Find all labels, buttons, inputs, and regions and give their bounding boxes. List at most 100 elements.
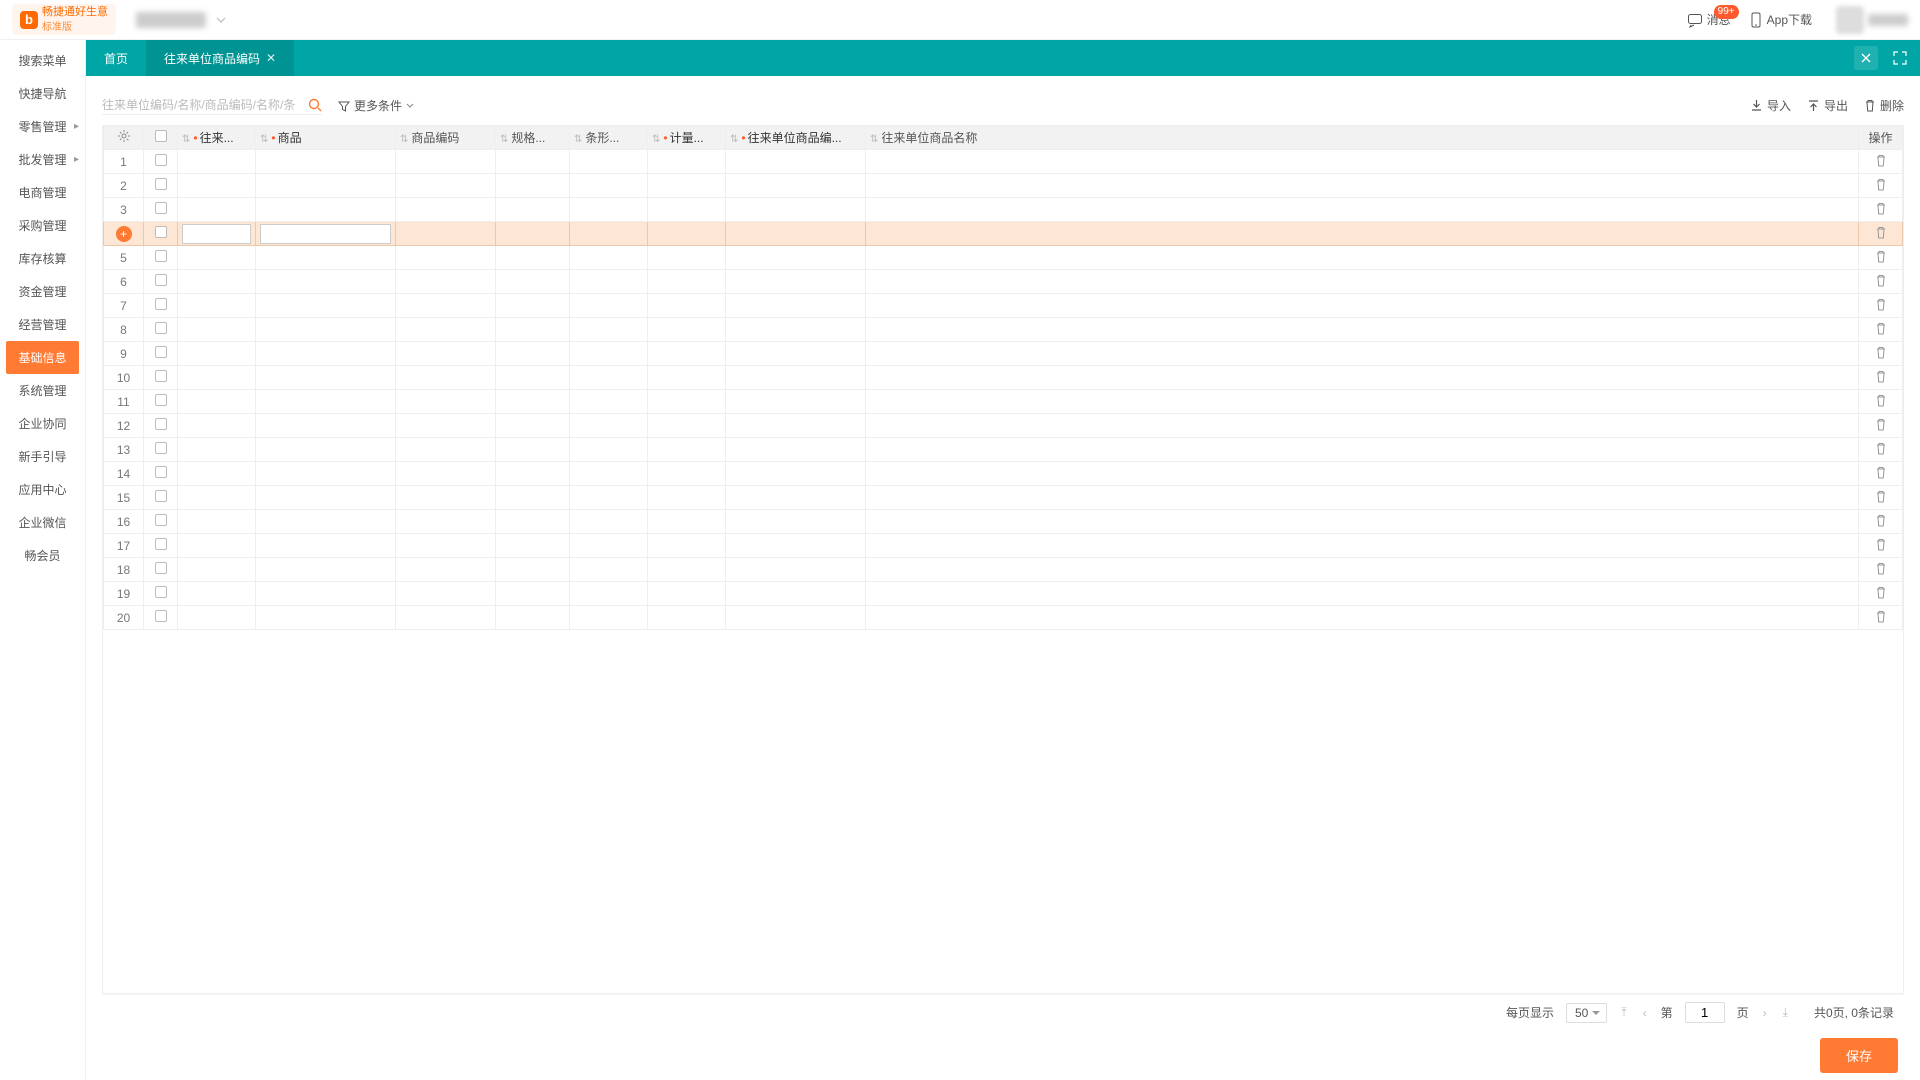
- row-checkbox[interactable]: [144, 318, 178, 342]
- cell[interactable]: [496, 270, 570, 294]
- cell[interactable]: [496, 414, 570, 438]
- cell[interactable]: [648, 534, 726, 558]
- row-checkbox[interactable]: [144, 438, 178, 462]
- sidebar-item-13[interactable]: 应用中心: [0, 473, 85, 506]
- cell[interactable]: [648, 318, 726, 342]
- table-row[interactable]: 1: [104, 150, 1903, 174]
- cell[interactable]: [396, 462, 496, 486]
- cell[interactable]: [570, 486, 648, 510]
- row-delete[interactable]: [1859, 534, 1903, 558]
- cell[interactable]: [570, 270, 648, 294]
- cell[interactable]: [570, 558, 648, 582]
- column-spec[interactable]: ⇅规格...: [496, 126, 570, 150]
- row-checkbox[interactable]: [144, 222, 178, 246]
- cell[interactable]: [256, 606, 396, 630]
- cell[interactable]: [866, 486, 1859, 510]
- cell[interactable]: [178, 390, 256, 414]
- row-checkbox[interactable]: [144, 270, 178, 294]
- cell[interactable]: [178, 582, 256, 606]
- cell[interactable]: [866, 366, 1859, 390]
- cell[interactable]: [396, 558, 496, 582]
- cell[interactable]: [256, 342, 396, 366]
- row-delete[interactable]: [1859, 414, 1903, 438]
- cell[interactable]: [866, 438, 1859, 462]
- cell[interactable]: [570, 390, 648, 414]
- cell[interactable]: [648, 150, 726, 174]
- cell[interactable]: [396, 534, 496, 558]
- cell[interactable]: [396, 510, 496, 534]
- cell[interactable]: [648, 438, 726, 462]
- sidebar-item-5[interactable]: 采购管理: [0, 209, 85, 242]
- column-unit[interactable]: ⇅计量...: [648, 126, 726, 150]
- row-delete[interactable]: [1859, 438, 1903, 462]
- sidebar-item-1[interactable]: 快捷导航: [0, 77, 85, 110]
- cell[interactable]: [648, 462, 726, 486]
- cell[interactable]: [178, 294, 256, 318]
- sidebar-item-8[interactable]: 经营管理: [0, 308, 85, 341]
- cell[interactable]: [570, 342, 648, 366]
- row-checkbox[interactable]: [144, 510, 178, 534]
- cell[interactable]: [178, 174, 256, 198]
- cell[interactable]: [570, 366, 648, 390]
- tab-partner-product-code[interactable]: 往来单位商品编码 ✕: [146, 40, 294, 76]
- cell[interactable]: [570, 606, 648, 630]
- cell[interactable]: [726, 198, 866, 222]
- app-download-button[interactable]: App下载: [1749, 11, 1812, 28]
- row-checkbox[interactable]: [144, 342, 178, 366]
- cell-input[interactable]: [182, 224, 251, 244]
- cell[interactable]: [866, 150, 1859, 174]
- column-partner[interactable]: ⇅往来...: [178, 126, 256, 150]
- row-delete[interactable]: [1859, 486, 1903, 510]
- row-delete[interactable]: [1859, 510, 1903, 534]
- cell[interactable]: [496, 366, 570, 390]
- row-checkbox[interactable]: [144, 486, 178, 510]
- per-page-select[interactable]: 50: [1566, 1003, 1607, 1023]
- row-checkbox[interactable]: [144, 294, 178, 318]
- cell[interactable]: [726, 558, 866, 582]
- cell[interactable]: [396, 366, 496, 390]
- cell[interactable]: [256, 510, 396, 534]
- cell[interactable]: [396, 174, 496, 198]
- column-partner-product-name[interactable]: ⇅往来单位商品名称: [866, 126, 1859, 150]
- table-row[interactable]: 13: [104, 438, 1903, 462]
- cell[interactable]: [570, 246, 648, 270]
- cell[interactable]: [570, 294, 648, 318]
- row-checkbox[interactable]: [144, 366, 178, 390]
- cell[interactable]: [726, 294, 866, 318]
- page-prev-button[interactable]: ‹: [1641, 1006, 1649, 1020]
- cell[interactable]: [648, 366, 726, 390]
- cell[interactable]: [866, 534, 1859, 558]
- row-checkbox[interactable]: [144, 414, 178, 438]
- search-icon[interactable]: [308, 98, 322, 112]
- row-delete[interactable]: [1859, 318, 1903, 342]
- page-last-button[interactable]: ⤓: [1781, 1005, 1790, 1020]
- cell[interactable]: [496, 462, 570, 486]
- cell[interactable]: [496, 534, 570, 558]
- sidebar-item-15[interactable]: 畅会员: [0, 539, 85, 572]
- cell[interactable]: [396, 318, 496, 342]
- cell[interactable]: [396, 294, 496, 318]
- cell[interactable]: [726, 150, 866, 174]
- cell[interactable]: [648, 174, 726, 198]
- cell[interactable]: [648, 390, 726, 414]
- table-row[interactable]: 5: [104, 246, 1903, 270]
- cell[interactable]: [570, 414, 648, 438]
- cell[interactable]: [178, 438, 256, 462]
- row-delete[interactable]: [1859, 390, 1903, 414]
- cell[interactable]: [496, 246, 570, 270]
- cell[interactable]: [396, 270, 496, 294]
- more-conditions-button[interactable]: 更多条件: [338, 97, 414, 114]
- cell[interactable]: [256, 534, 396, 558]
- cell[interactable]: [178, 510, 256, 534]
- cell[interactable]: [570, 150, 648, 174]
- cell[interactable]: [726, 174, 866, 198]
- cell[interactable]: [570, 438, 648, 462]
- cell[interactable]: [570, 174, 648, 198]
- cell[interactable]: [726, 270, 866, 294]
- cell[interactable]: [178, 462, 256, 486]
- cell[interactable]: [648, 510, 726, 534]
- cell[interactable]: [648, 222, 726, 246]
- cell[interactable]: [866, 198, 1859, 222]
- row-checkbox[interactable]: [144, 174, 178, 198]
- cell[interactable]: [496, 318, 570, 342]
